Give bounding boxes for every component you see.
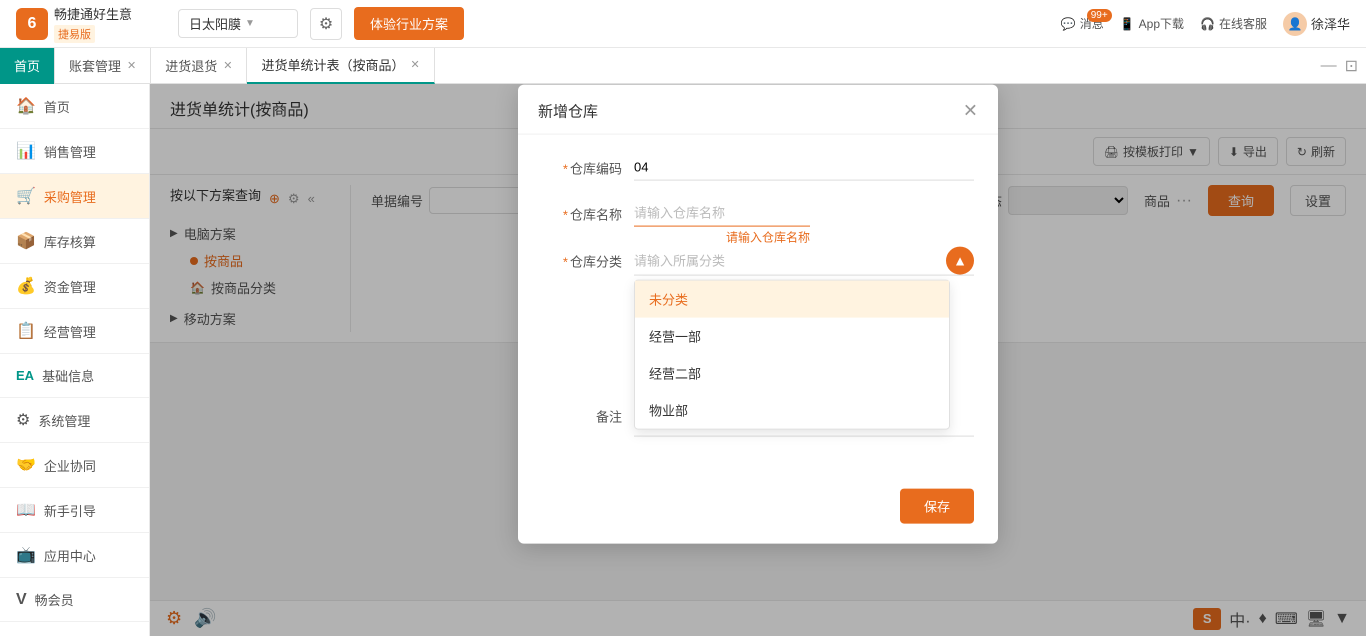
code-label: 仓库编码 [542,158,622,177]
dialog-title: 新增仓库 [538,101,598,122]
tab-accounts[interactable]: 账套管理 ✕ [55,48,151,84]
app-icon: 📱 [1120,17,1135,31]
category-input-row: ▲ [634,247,974,276]
code-input[interactable] [634,155,974,181]
name-input-wrap: 请输入仓库名称 [634,201,974,227]
form-row-code: 仓库编码 [542,155,974,181]
sidebar-item-newbie[interactable]: 📖 新手引导 [0,488,149,533]
category-input[interactable] [634,248,946,273]
operations-icon: 📋 [16,321,36,341]
service-button[interactable]: 🎧 在线客服 [1200,15,1267,32]
app-center-icon: 📺 [16,545,36,565]
name-label: 仓库名称 [542,204,622,223]
dropdown-item-dept3[interactable]: 物业部 [635,392,949,429]
top-header: 6 畅捷通好生意 捷易版 日太阳膜 ▼ ⚙ 体验行业方案 💬 消息 99+ 📱 … [0,0,1366,48]
headphone-icon: 🎧 [1200,17,1215,31]
dropdown-item-unclassified[interactable]: 未分类 [635,281,949,318]
dropdown-item-dept1[interactable]: 经营一部 [635,318,949,355]
tab-close-purchase-return[interactable]: ✕ [223,59,232,72]
dialog-footer: 保存 [518,477,998,544]
form-row-name: 仓库名称 请输入仓库名称 [542,201,974,227]
message-button[interactable]: 💬 消息 99+ [1061,15,1104,32]
enterprise-icon: 🤝 [16,455,36,475]
tab-close-accounts[interactable]: ✕ [127,59,136,72]
add-warehouse-dialog: 新增仓库 ✕ 仓库编码 仓库名称 请输入仓库名称 [518,85,998,544]
tab-expand-icon[interactable]: ⊡ [1345,56,1358,76]
category-dropdown: 未分类 经营一部 经营二部 物业部 [634,280,950,430]
gear-button[interactable]: ⚙ [310,8,342,40]
app-download-button[interactable]: 📱 App下载 [1120,15,1184,32]
tab-bar: 首页 账套管理 ✕ 进货退货 ✕ 进货单统计表（按商品） ✕ — ⊡ [0,48,1366,84]
membership-icon: V [16,591,27,609]
newbie-icon: 📖 [16,500,36,520]
sidebar: 🏠 首页 📊 销售管理 🛒 采购管理 📦 库存核算 💰 资金管理 📋 经营管理 … [0,84,150,636]
store-selector[interactable]: 日太阳膜 ▼ [178,9,298,38]
trial-button[interactable]: 体验行业方案 [354,7,464,40]
home-icon: 🏠 [16,96,36,116]
gear-icon: ⚙ [319,14,333,34]
form-row-category: 仓库分类 ▲ 未分类 经营一部 经营二部 物业部 [542,247,974,276]
sidebar-item-purchase[interactable]: 🛒 采购管理 [0,174,149,219]
header-right: 💬 消息 99+ 📱 App下载 🎧 在线客服 👤 徐泽华 [1061,12,1350,36]
save-button[interactable]: 保存 [900,489,974,524]
sidebar-item-finance[interactable]: 💰 资金管理 [0,264,149,309]
tab-purchase-return[interactable]: 进货退货 ✕ [151,48,247,84]
sidebar-item-membership[interactable]: V 畅会员 [0,578,149,622]
dropdown-item-dept2[interactable]: 经营二部 [635,355,949,392]
chevron-down-icon: ▼ [245,18,255,29]
inventory-icon: 📦 [16,231,36,251]
message-badge: 99+ [1087,9,1112,22]
logo-text: 畅捷通好生意 捷易版 [54,4,132,43]
tab-purchase-stats[interactable]: 进货单统计表（按商品） ✕ [247,48,434,84]
sidebar-item-operations[interactable]: 📋 经营管理 [0,309,149,354]
sidebar-item-enterprise[interactable]: 🤝 企业协同 [0,443,149,488]
category-toggle-button[interactable]: ▲ [946,247,974,275]
content-area: 进货单统计(按商品) 🖨 按模板打印 ▼ ⬇ 导出 ↻ 刷新 按以下方案 [150,84,1366,636]
sidebar-item-inventory[interactable]: 📦 库存核算 [0,219,149,264]
main-layout: 🏠 首页 📊 销售管理 🛒 采购管理 📦 库存核算 💰 资金管理 📋 经营管理 … [0,84,1366,636]
system-icon: ⚙ [16,410,30,430]
category-label: 仓库分类 [542,252,622,271]
dialog-body: 仓库编码 仓库名称 请输入仓库名称 仓库分类 ▲ [518,135,998,477]
message-icon: 💬 [1061,17,1076,31]
basic-info-icon: EA [16,368,34,383]
logo-area: 6 畅捷通好生意 捷易版 [16,4,166,43]
logo-icon: 6 [16,8,48,40]
name-error-text: 请输入仓库名称 [726,229,810,246]
purchase-icon: 🛒 [16,186,36,206]
home-tab-label: 首页 [14,56,40,75]
user-menu[interactable]: 👤 徐泽华 [1283,12,1350,36]
tab-bar-actions: — ⊡ [1321,56,1366,76]
sales-icon: 📊 [16,141,36,161]
sidebar-item-sales[interactable]: 📊 销售管理 [0,129,149,174]
tab-close-purchase-stats[interactable]: ✕ [411,58,420,71]
sidebar-item-app-center[interactable]: 📺 应用中心 [0,533,149,578]
finance-icon: 💰 [16,276,36,296]
dialog-close-button[interactable]: ✕ [963,101,978,122]
name-input[interactable] [634,201,810,227]
sidebar-item-basic-info[interactable]: EA 基础信息 [0,354,149,398]
user-avatar: 👤 [1283,12,1307,36]
tab-home[interactable]: 首页 [0,48,55,84]
sidebar-item-system[interactable]: ⚙ 系统管理 [0,398,149,443]
tab-minimize-icon[interactable]: — [1321,57,1337,75]
dialog-header: 新增仓库 ✕ [518,85,998,135]
sidebar-item-home[interactable]: 🏠 首页 [0,84,149,129]
note-label: 备注 [542,407,622,426]
